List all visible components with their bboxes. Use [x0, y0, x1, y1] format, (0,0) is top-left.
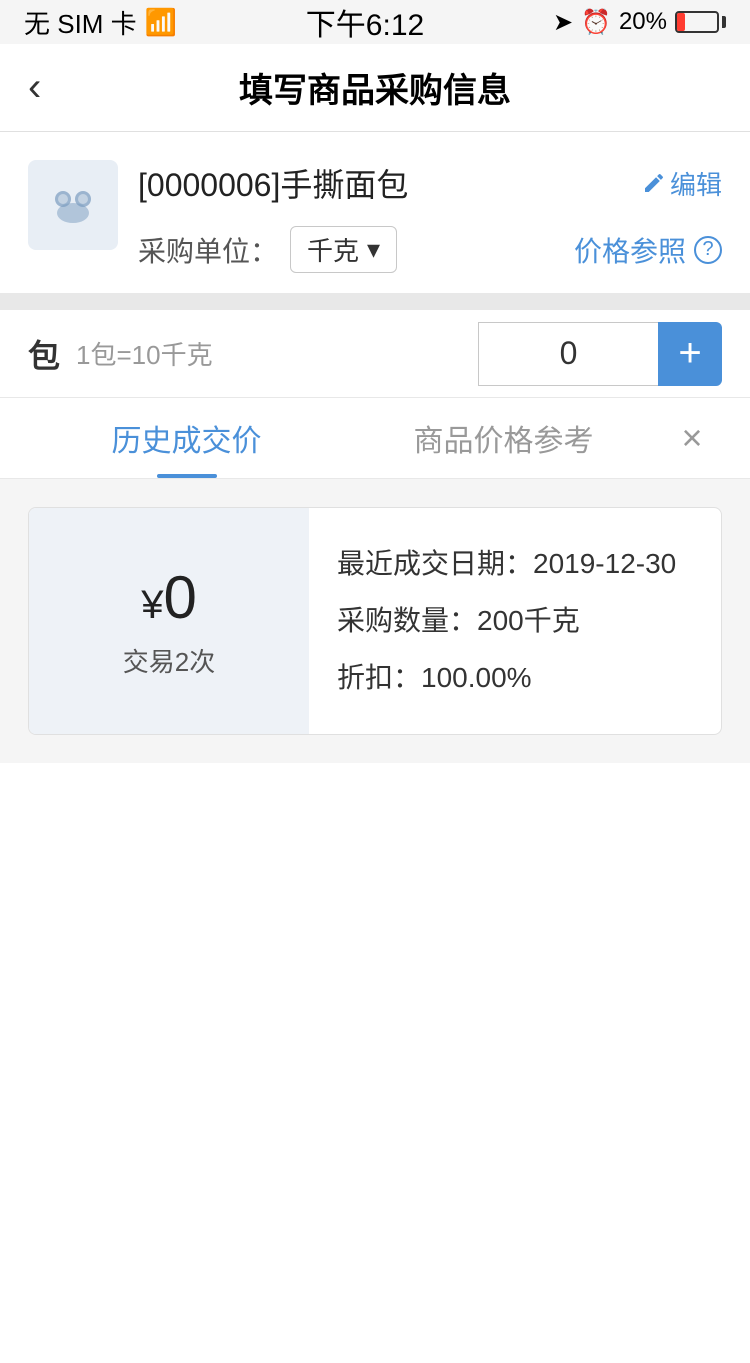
- purchase-qty-label: 采购数量：: [337, 605, 477, 636]
- discount-label: 折扣：: [337, 662, 421, 693]
- back-button[interactable]: ‹: [28, 65, 41, 110]
- section-divider: [0, 294, 750, 310]
- product-section: [0000006]手撕面包 编辑 采购单位： 千克 ▾ 价格参照 ?: [0, 132, 750, 294]
- status-bar: 无 SIM 卡 📶 下午6:12 ➤ ⏰ 20%: [0, 0, 750, 44]
- price-details-right: 最近成交日期：2019-12-30 采购数量：200千克 折扣：100.00%: [309, 508, 721, 734]
- product-info: [0000006]手撕面包 编辑 采购单位： 千克 ▾ 价格参照 ?: [138, 160, 722, 273]
- quantity-row: 包 1包=10千克 +: [0, 310, 750, 398]
- tab-close-button[interactable]: ×: [662, 408, 722, 468]
- unit-label-text: 采购单位：: [138, 230, 278, 270]
- tab-historical-price-label: 历史成交价: [112, 416, 262, 460]
- alarm-icon: ⏰: [581, 8, 611, 37]
- status-time: 下午6:12: [306, 0, 424, 44]
- nav-bar: ‹ 填写商品采购信息: [0, 44, 750, 132]
- purchase-qty-row: 采购数量：200千克: [337, 601, 693, 640]
- price-reference-button[interactable]: 价格参照 ?: [574, 230, 722, 270]
- help-icon: ?: [694, 236, 722, 264]
- product-header: [0000006]手撕面包 编辑: [138, 160, 722, 206]
- quantity-unit-hint: 1包=10千克: [76, 335, 213, 372]
- latest-date-row: 最近成交日期：2019-12-30: [337, 544, 693, 583]
- battery-percent: 20%: [619, 8, 667, 36]
- price-value: 0: [163, 564, 196, 631]
- currency-symbol: ¥: [141, 583, 163, 627]
- discount-value: 100.00%: [421, 662, 532, 693]
- battery-indicator: [675, 11, 726, 33]
- location-icon: ➤: [553, 8, 573, 37]
- product-name: [0000006]手撕面包: [138, 160, 408, 206]
- page-title: 填写商品采购信息: [239, 63, 511, 112]
- wifi-icon: 📶: [145, 7, 177, 38]
- tab-historical-price[interactable]: 历史成交价: [28, 398, 345, 478]
- sim-status: 无 SIM 卡: [24, 4, 137, 41]
- price-card-area: ¥0 交易2次 最近成交日期：2019-12-30 采购数量：200千克 折扣：…: [0, 479, 750, 763]
- price-trades: 交易2次: [123, 642, 215, 679]
- unit-label-group: 采购单位： 千克 ▾: [138, 226, 397, 273]
- latest-date-value: 2019-12-30: [533, 548, 676, 579]
- quantity-controls: +: [478, 322, 722, 386]
- price-ref-label: 价格参照: [574, 230, 686, 270]
- quantity-plus-button[interactable]: +: [658, 322, 722, 386]
- latest-date-label: 最近成交日期：: [337, 548, 533, 579]
- tab-product-price-ref-label: 商品价格参考: [414, 416, 594, 460]
- tab-product-price-ref[interactable]: 商品价格参考: [345, 398, 662, 478]
- page-rest: [0, 763, 750, 1363]
- price-amount: ¥0: [141, 563, 197, 632]
- package-icon-label: 包: [28, 331, 60, 377]
- product-logo: [28, 160, 118, 250]
- purchase-qty-value: 200千克: [477, 605, 580, 636]
- price-summary-left: ¥0 交易2次: [29, 508, 309, 734]
- quantity-label-group: 包 1包=10千克: [28, 331, 213, 377]
- status-right: ➤ ⏰ 20%: [553, 8, 726, 37]
- edit-button[interactable]: 编辑: [642, 165, 722, 202]
- unit-value: 千克: [307, 231, 359, 268]
- close-icon: ×: [681, 417, 702, 459]
- dropdown-arrow-icon: ▾: [367, 234, 380, 265]
- status-left: 无 SIM 卡 📶: [24, 4, 177, 41]
- edit-label: 编辑: [670, 165, 722, 202]
- product-unit-row: 采购单位： 千克 ▾ 价格参照 ?: [138, 226, 722, 273]
- discount-row: 折扣：100.00%: [337, 658, 693, 697]
- tab-bar: 历史成交价 商品价格参考 ×: [0, 398, 750, 478]
- tab-section: 历史成交价 商品价格参考 ×: [0, 398, 750, 479]
- unit-select[interactable]: 千克 ▾: [290, 226, 397, 273]
- quantity-input[interactable]: [478, 322, 658, 386]
- price-card: ¥0 交易2次 最近成交日期：2019-12-30 采购数量：200千克 折扣：…: [28, 507, 722, 735]
